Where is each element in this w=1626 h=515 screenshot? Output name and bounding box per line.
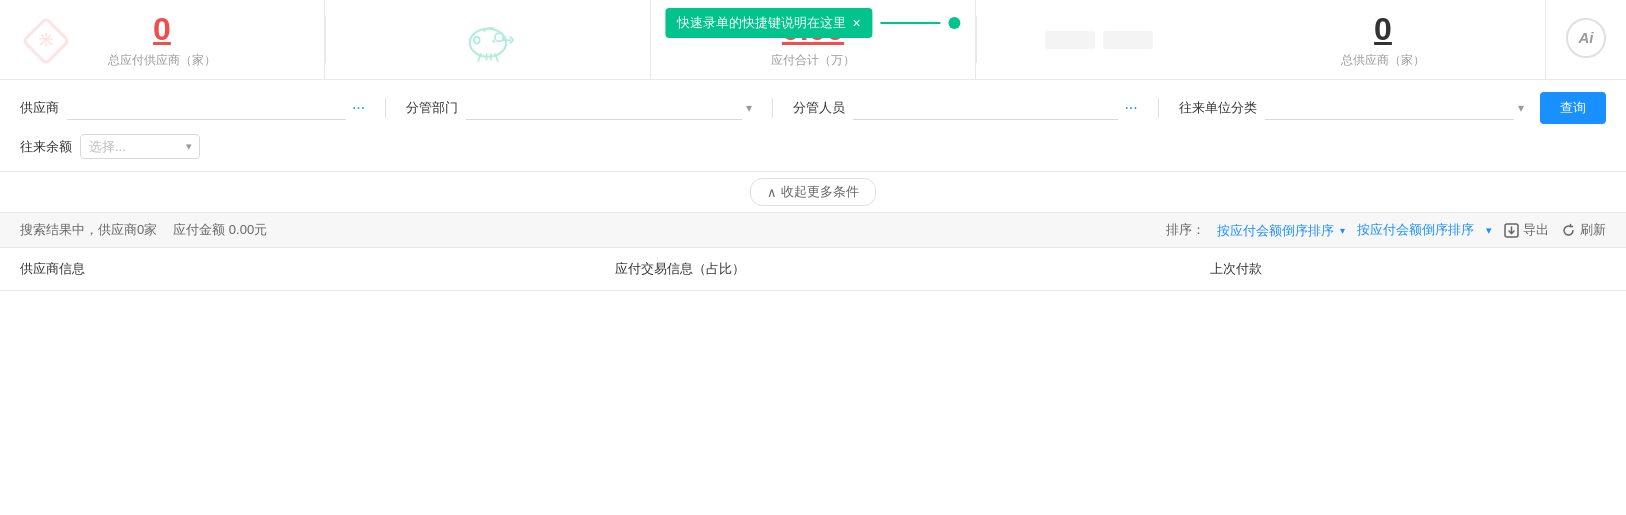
filter-divider-3 xyxy=(1158,98,1159,118)
filter-group-person: 分管人员 ··· xyxy=(793,96,1138,120)
sort-select-wrap: 按应付会额倒序排序 ▾ xyxy=(1217,223,1345,238)
filter-divider-2 xyxy=(772,98,773,118)
total-suppliers-label: 总供应商（家） xyxy=(1341,52,1425,69)
supplier-input[interactable] xyxy=(67,96,346,120)
sort-label: 排序： xyxy=(1166,221,1205,239)
department-filter-label: 分管部门 xyxy=(406,99,458,117)
stat-total-suppliers: 0 总供应商（家） xyxy=(1221,0,1546,79)
filter-section: 供应商 ··· 分管部门 ▾ 分管人员 ··· 往来单位分类 ▾ 查询 xyxy=(0,80,1626,172)
unit-category-input[interactable] xyxy=(1265,96,1514,120)
collapse-up-icon: ∧ xyxy=(767,185,777,200)
person-dots-btn[interactable]: ··· xyxy=(1124,99,1137,117)
tooltip-close-btn[interactable]: × xyxy=(852,15,860,31)
tooltip-bubble: 快速录单的快捷键说明在这里 × xyxy=(665,8,872,38)
balance-filter-label: 往来余额 xyxy=(20,138,72,156)
payable-total-label: 应付合计（万） xyxy=(771,52,855,69)
refresh-icon xyxy=(1561,223,1576,238)
collapse-button[interactable]: ∧ 收起更多条件 xyxy=(750,178,876,206)
amount-text: 应付金额 0.00元 xyxy=(173,221,267,239)
filter-group-unit-category: 往来单位分类 ▾ xyxy=(1179,96,1524,120)
balance-select-wrap: 选择... ▾ xyxy=(80,134,200,159)
person-input[interactable] xyxy=(853,96,1119,120)
refresh-label: 刷新 xyxy=(1580,221,1606,239)
table-header: 供应商信息 应付交易信息（占比） 上次付款 xyxy=(0,248,1626,291)
filter-row-2: 往来余额 选择... ▾ xyxy=(20,134,1606,159)
filter-group-department: 分管部门 ▾ xyxy=(406,96,751,120)
payable-suppliers-label: 总应付供应商（家） xyxy=(108,52,216,69)
sort-down-icon: ▾ xyxy=(1486,224,1492,237)
svg-point-5 xyxy=(492,40,495,43)
tooltip-container: 快速录单的快捷键说明在这里 × xyxy=(665,8,960,38)
stat-placeholder-icons xyxy=(977,0,1221,79)
refresh-btn[interactable]: 刷新 xyxy=(1561,221,1606,239)
stat-icon-area xyxy=(326,0,651,79)
collapse-bar: ∧ 收起更多条件 xyxy=(0,172,1626,213)
balance-select[interactable]: 选择... xyxy=(80,134,200,159)
payable-suppliers-number[interactable]: 0 xyxy=(153,10,171,48)
svg-text:米: 米 xyxy=(38,32,54,48)
collapse-label: 收起更多条件 xyxy=(781,183,859,201)
person-filter-label: 分管人员 xyxy=(793,99,845,117)
piggy-bank-icon xyxy=(460,12,516,68)
department-input[interactable] xyxy=(466,96,741,120)
supplier-filter-label: 供应商 xyxy=(20,99,59,117)
svg-point-3 xyxy=(495,33,503,41)
table-col-transaction: 应付交易信息（占比） xyxy=(615,260,1210,278)
sort-chevron-icon: ▾ xyxy=(1340,225,1345,236)
table-col-supplier: 供应商信息 xyxy=(20,260,615,278)
results-bar: 搜索结果中，供应商0家 应付金额 0.00元 排序： 按应付会额倒序排序 ▾ 按… xyxy=(0,213,1626,248)
svg-point-4 xyxy=(474,36,480,43)
search-result-text: 搜索结果中，供应商0家 xyxy=(20,221,157,239)
filter-row-1: 供应商 ··· 分管部门 ▾ 分管人员 ··· 往来单位分类 ▾ 查询 xyxy=(20,92,1606,124)
export-label: 导出 xyxy=(1523,221,1549,239)
export-icon xyxy=(1504,223,1519,238)
export-btn[interactable]: 导出 xyxy=(1504,221,1549,239)
tooltip-line xyxy=(881,22,941,24)
table-body xyxy=(0,291,1626,515)
total-suppliers-number[interactable]: 0 xyxy=(1374,10,1392,48)
results-right: 排序： 按应付会额倒序排序 ▾ 按应付会额倒序排序 ▾ 导出 刷新 xyxy=(1166,221,1606,239)
watermark-logo: 米 xyxy=(20,15,72,67)
sort-select[interactable]: 按应付会额倒序排序 xyxy=(1217,223,1348,238)
ai-label: Ai xyxy=(1579,29,1594,46)
results-left: 搜索结果中，供应商0家 应付金额 0.00元 xyxy=(20,221,267,239)
table-col-last-payment: 上次付款 xyxy=(1210,260,1607,278)
filter-group-supplier: 供应商 ··· xyxy=(20,96,365,120)
supplier-dots-btn[interactable]: ··· xyxy=(352,99,365,117)
sort-selected-label: 按应付会额倒序排序 xyxy=(1357,221,1474,239)
filter-divider-1 xyxy=(385,98,386,118)
query-button[interactable]: 查询 xyxy=(1540,92,1606,124)
tooltip-dot xyxy=(949,17,961,29)
unit-category-chevron-icon: ▾ xyxy=(1518,101,1524,115)
unit-category-filter-label: 往来单位分类 xyxy=(1179,99,1257,117)
department-chevron-icon: ▾ xyxy=(746,101,752,115)
ai-area: Ai xyxy=(1546,0,1626,79)
ai-icon[interactable]: Ai xyxy=(1566,18,1606,58)
tooltip-text: 快速录单的快捷键说明在这里 xyxy=(677,14,846,32)
